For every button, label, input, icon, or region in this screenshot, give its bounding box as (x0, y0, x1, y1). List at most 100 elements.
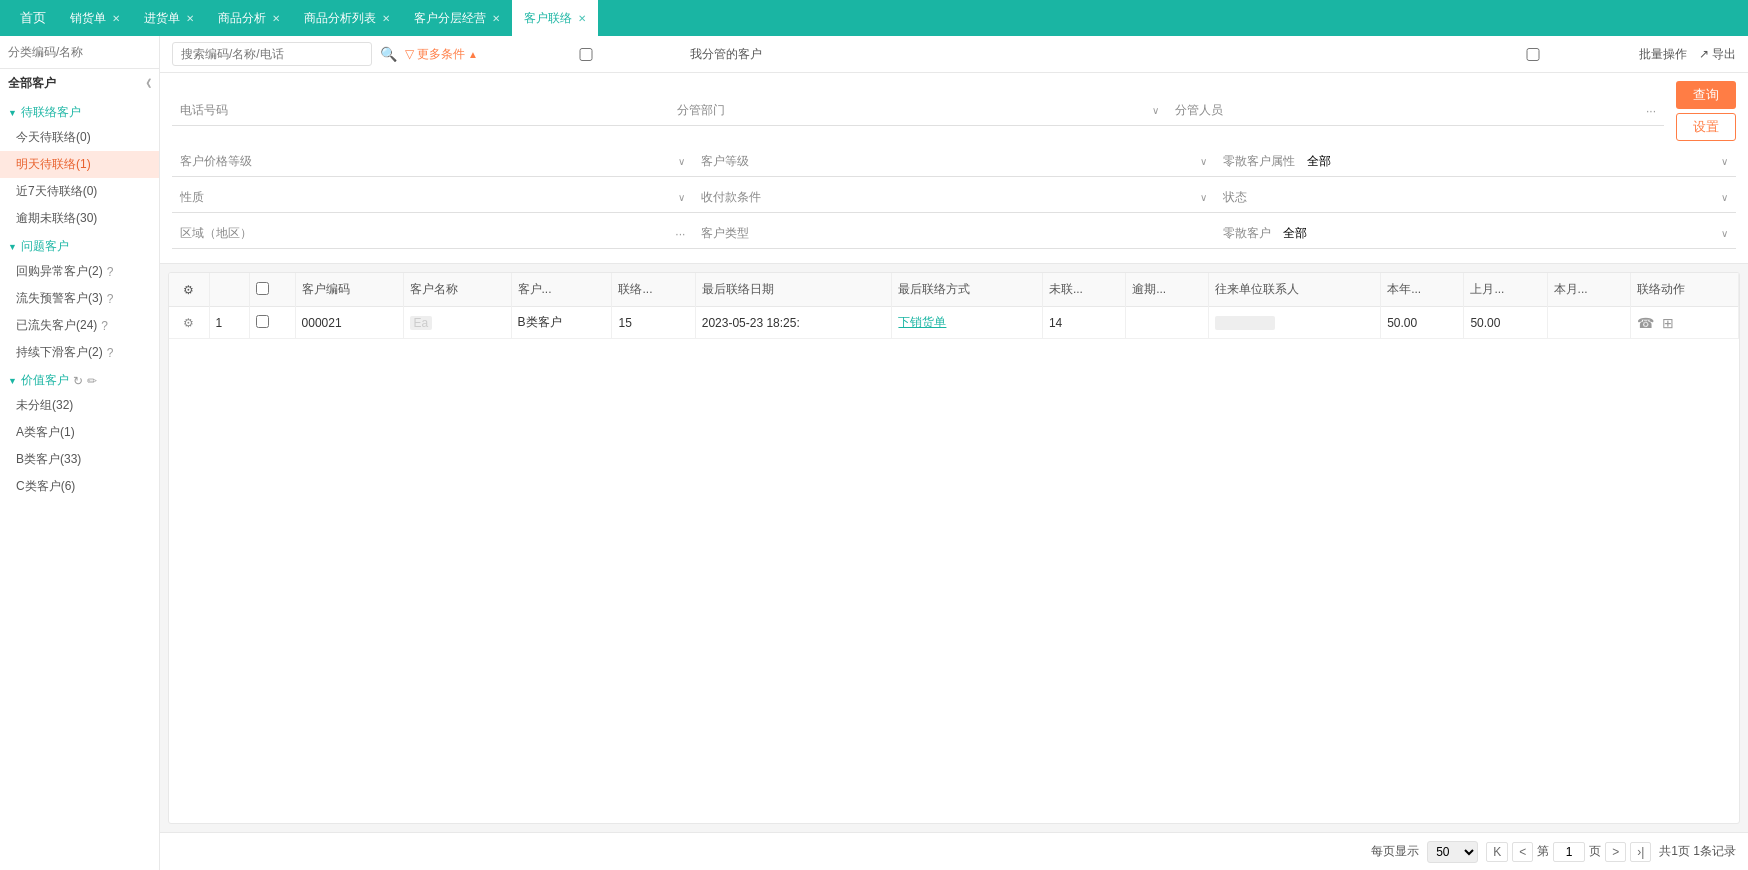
col-overdue[interactable]: 逾期... (1126, 273, 1209, 307)
row-select-checkbox[interactable] (256, 315, 269, 328)
table-header-row: ⚙ 客户编码 客户名称 客户... 联络... (169, 273, 1739, 307)
filter-retail-attr[interactable]: 零散客户属性 全部 ∨ (1215, 147, 1736, 177)
sidebar-item-overdue-contact[interactable]: 逾期未联络(30) (0, 205, 159, 232)
nav-sales-order-close[interactable]: ✕ (112, 13, 120, 24)
search-input[interactable] (172, 42, 372, 66)
action-icon-2[interactable]: ⊞ (1662, 315, 1674, 331)
row-gear[interactable]: ⚙ (169, 307, 209, 339)
export-icon: ↗ (1699, 47, 1709, 61)
col-last-month[interactable]: 上月... (1464, 273, 1547, 307)
page-size-select[interactable]: 50 10 20 100 (1427, 841, 1478, 863)
filter-gender[interactable]: 性质 ∨ (172, 183, 693, 213)
row-cust-code[interactable]: 000021 (295, 307, 403, 339)
row-checkbox[interactable] (249, 307, 295, 339)
nav-customer-contact-close[interactable]: ✕ (578, 13, 586, 24)
cust-name-blurred: Ea (410, 316, 433, 330)
nav-product-analysis-close[interactable]: ✕ (272, 13, 280, 24)
col-gear[interactable]: ⚙ (169, 273, 209, 307)
last-contact-way-link[interactable]: 下销货单 (898, 315, 946, 329)
col-this-month[interactable]: 本月... (1547, 273, 1630, 307)
edit-icon[interactable]: ✏ (87, 374, 97, 388)
filter-price-level[interactable]: 客户价格等级 ∨ (172, 147, 693, 177)
col-contact-action[interactable]: 联络动作 (1630, 273, 1738, 307)
sidebar-group-problem-customers[interactable]: 问题客户 (0, 232, 159, 258)
sidebar-item-class-b[interactable]: B类客户(33) (0, 446, 159, 473)
sidebar-search-input[interactable] (8, 45, 158, 59)
sidebar-item-churn-warning[interactable]: 流失预警客户(3) ? (0, 285, 159, 312)
batch-checkbox[interactable] (1433, 48, 1633, 61)
sidebar-item-declining[interactable]: 持续下滑客户(2) ? (0, 339, 159, 366)
sidebar-item-churned[interactable]: 已流失客户(24) ? (0, 312, 159, 339)
col-cust-name[interactable]: 客户名称 (403, 273, 511, 307)
retail-attr-dropdown-icon: ∨ (1721, 156, 1728, 167)
next-page-btn[interactable]: > (1605, 842, 1626, 862)
status-dropdown-icon: ∨ (1721, 192, 1728, 203)
col-no-contact[interactable]: 未联... (1042, 273, 1125, 307)
my-customers-checkbox-wrap[interactable]: 我分管的客户 (486, 46, 762, 63)
col-cust-code[interactable]: 客户编码 (295, 273, 403, 307)
action-icon-1[interactable]: ☎ (1637, 315, 1654, 331)
col-cust-type[interactable]: 客户... (511, 273, 612, 307)
sidebar-group-pending-contact[interactable]: 待联络客户 (0, 98, 159, 124)
query-button[interactable]: 查询 (1676, 81, 1736, 109)
row-contact: 15 (612, 307, 695, 339)
my-customers-checkbox[interactable] (486, 48, 686, 61)
sidebar-all-customers[interactable]: 全部客户 《 (0, 69, 159, 98)
nav-customer-segmentation-close[interactable]: ✕ (492, 13, 500, 24)
filter-dept[interactable]: 分管部门 ∨ (669, 96, 1166, 126)
nav-customer-contact[interactable]: 客户联络 ✕ (512, 0, 598, 36)
col-last-contact-date[interactable]: 最后联络日期 (695, 273, 892, 307)
prev-page-btn[interactable]: < (1512, 842, 1533, 862)
sidebar-item-tomorrow-contact[interactable]: 明天待联络(1) (0, 151, 159, 178)
sidebar-item-ungrouped[interactable]: 未分组(32) (0, 392, 159, 419)
sidebar-item-class-a[interactable]: A类客户(1) (0, 419, 159, 446)
page-label: 第 (1537, 843, 1549, 860)
filter-retail-cust[interactable]: 零散客户 全部 ∨ (1215, 219, 1736, 249)
filter-cust-level[interactable]: 客户等级 ∨ (693, 147, 1214, 177)
col-checkbox-header[interactable] (249, 273, 295, 307)
data-table-wrap: ⚙ 客户编码 客户名称 客户... 联络... (168, 272, 1740, 824)
col-last-contact-way[interactable]: 最后联络方式 (892, 273, 1043, 307)
filter-status[interactable]: 状态 ∨ (1215, 183, 1736, 213)
nav-purchase-order-close[interactable]: ✕ (186, 13, 194, 24)
nav-product-analysis-list[interactable]: 商品分析列表 ✕ (292, 0, 402, 36)
sidebar-item-class-c[interactable]: C类客户(6) (0, 473, 159, 500)
col-contact[interactable]: 联络... (612, 273, 695, 307)
row-no-contact: 14 (1042, 307, 1125, 339)
sidebar-group-value-customers[interactable]: 价值客户 ↻ ✏ (0, 366, 159, 392)
nav-product-analysis-list-close[interactable]: ✕ (382, 13, 390, 24)
nav-customer-segmentation[interactable]: 客户分层经营 ✕ (402, 0, 512, 36)
row-last-contact-way[interactable]: 下销货单 (892, 307, 1043, 339)
filter-region[interactable]: 区域（地区） ··· (172, 219, 693, 249)
sidebar-item-today-contact[interactable]: 今天待联络(0) (0, 124, 159, 151)
nav-purchase-order[interactable]: 进货单 ✕ (132, 0, 206, 36)
filter-row-2: 客户价格等级 ∨ 客户等级 ∨ 零散客户属性 全部 ∨ (172, 147, 1736, 177)
row-this-month (1547, 307, 1630, 339)
batch-op-button[interactable]: 批量操作 (1433, 46, 1687, 63)
sidebar-item-abnormal-repurchase[interactable]: 回购异常客户(2) ? (0, 258, 159, 285)
select-all-checkbox[interactable] (256, 282, 269, 295)
nav-sales-order[interactable]: 销货单 ✕ (58, 0, 132, 36)
sidebar-search-area: 🔍 (0, 36, 159, 69)
filter-person[interactable]: 分管人员 ··· (1167, 96, 1664, 126)
last-page-btn[interactable]: ›| (1630, 842, 1651, 862)
export-button[interactable]: ↗ 导出 (1699, 46, 1736, 63)
current-page-input[interactable] (1553, 842, 1585, 862)
nav-home[interactable]: 首页 (8, 0, 58, 36)
refresh-icon[interactable]: ↻ (73, 374, 83, 388)
first-page-btn[interactable]: K (1486, 842, 1508, 862)
nav-product-analysis[interactable]: 商品分析 ✕ (206, 0, 292, 36)
settings-button[interactable]: 设置 (1676, 113, 1736, 141)
more-conditions-button[interactable]: ▽ 更多条件 ▲ (405, 46, 478, 63)
filter-phone[interactable]: 电话号码 (172, 96, 669, 126)
search-button[interactable]: 🔍 (380, 46, 397, 62)
row-unit-contact (1209, 307, 1381, 339)
total-info: 共1页 1条记录 (1659, 843, 1736, 860)
filter-cust-type[interactable]: 客户类型 (693, 219, 1214, 249)
col-unit-contact[interactable]: 往来单位联系人 (1209, 273, 1381, 307)
sidebar-item-week-contact[interactable]: 近7天待联络(0) (0, 178, 159, 205)
filter-payment[interactable]: 收付款条件 ∨ (693, 183, 1214, 213)
col-this-year[interactable]: 本年... (1381, 273, 1464, 307)
row-last-contact-date: 2023-05-23 18:25: (695, 307, 892, 339)
row-cust-name[interactable]: Ea (403, 307, 511, 339)
